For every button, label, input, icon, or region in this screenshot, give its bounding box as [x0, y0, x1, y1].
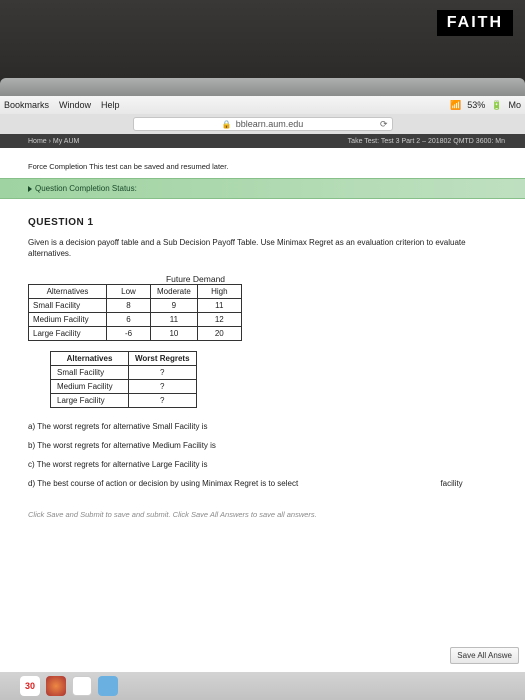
part-c: c) The worst regrets for alternative Lar… [28, 460, 497, 469]
future-demand-header: Future Demand [28, 274, 273, 284]
menu-bookmarks[interactable]: Bookmarks [4, 100, 49, 110]
mac-menu-bar: Bookmarks Window Help 📶 53% 🔋 Mo [0, 96, 525, 114]
force-completion-row: Force Completion This test can be saved … [0, 161, 525, 174]
question-prompt: Given is a decision payoff table and a S… [28, 238, 497, 260]
table-row: Medium Facility ? [51, 379, 197, 393]
dock-app-icon[interactable] [72, 676, 92, 696]
browser-toolbar: bblearn.aum.edu ⟳ [0, 114, 525, 134]
wifi-icon: 📶 [450, 100, 461, 111]
qcs-label: Question Completion Status: [35, 184, 137, 193]
save-all-answers-button[interactable]: Save All Answe [450, 647, 519, 664]
laptop-bezel [0, 78, 525, 96]
clock-day: Mo [508, 100, 521, 110]
question-heading: QUESTION 1 [28, 217, 497, 228]
save-instruction: Click Save and Submit to save and submit… [28, 510, 497, 519]
dock-app-icon[interactable] [46, 676, 66, 696]
part-b: b) The worst regrets for alternative Med… [28, 441, 497, 450]
payoff-table: Alternatives Low Moderate High Small Fac… [28, 284, 242, 341]
dock-calendar-icon[interactable]: 30 [20, 676, 40, 696]
refresh-icon[interactable]: ⟳ [380, 119, 388, 130]
battery-percent: 53% [467, 100, 485, 110]
url-domain: bblearn.aum.edu [236, 119, 304, 129]
table-row: Alternatives Worst Regrets [51, 351, 197, 365]
force-label: Force Completion [28, 162, 87, 171]
part-d-blank: facility [440, 479, 462, 488]
force-text: This test can be saved and resumed later… [89, 162, 228, 171]
menu-help[interactable]: Help [101, 100, 120, 110]
table-row: Small Facility 8 9 11 [29, 298, 242, 312]
mac-dock: 30 [0, 672, 525, 700]
table-row: Small Facility ? [51, 365, 197, 379]
part-d-text: d) The best course of action or decision… [28, 479, 298, 488]
table-row: Alternatives Low Moderate High [29, 284, 242, 298]
url-field[interactable]: bblearn.aum.edu ⟳ [133, 117, 393, 131]
chevron-right-icon [28, 186, 32, 192]
question-1: QUESTION 1 Given is a decision payoff ta… [0, 199, 525, 527]
table-row: Large Facility -6 10 20 [29, 326, 242, 340]
info-line-obscured [0, 148, 525, 161]
table-row: Large Facility ? [51, 393, 197, 407]
page-content: Home › My AUM Take Test: Test 3 Part 2 –… [0, 134, 525, 672]
dock-app-icon[interactable] [98, 676, 118, 696]
blackboard-nav: Home › My AUM Take Test: Test 3 Part 2 –… [0, 134, 525, 148]
part-a: a) The worst regrets for alternative Sma… [28, 422, 497, 431]
table-row: Medium Facility 6 11 12 [29, 312, 242, 326]
part-d: d) The best course of action or decision… [28, 479, 497, 488]
battery-icon: 🔋 [491, 100, 502, 111]
test-title: Take Test: Test 3 Part 2 – 201802 QMTD 3… [348, 138, 505, 145]
menu-window[interactable]: Window [59, 100, 91, 110]
question-completion-status[interactable]: Question Completion Status: [0, 178, 525, 199]
breadcrumb[interactable]: Home › My AUM [28, 138, 79, 145]
faith-sign: FAITH [437, 10, 513, 36]
lock-icon [222, 119, 232, 129]
regret-table: Alternatives Worst Regrets Small Facilit… [50, 351, 197, 408]
